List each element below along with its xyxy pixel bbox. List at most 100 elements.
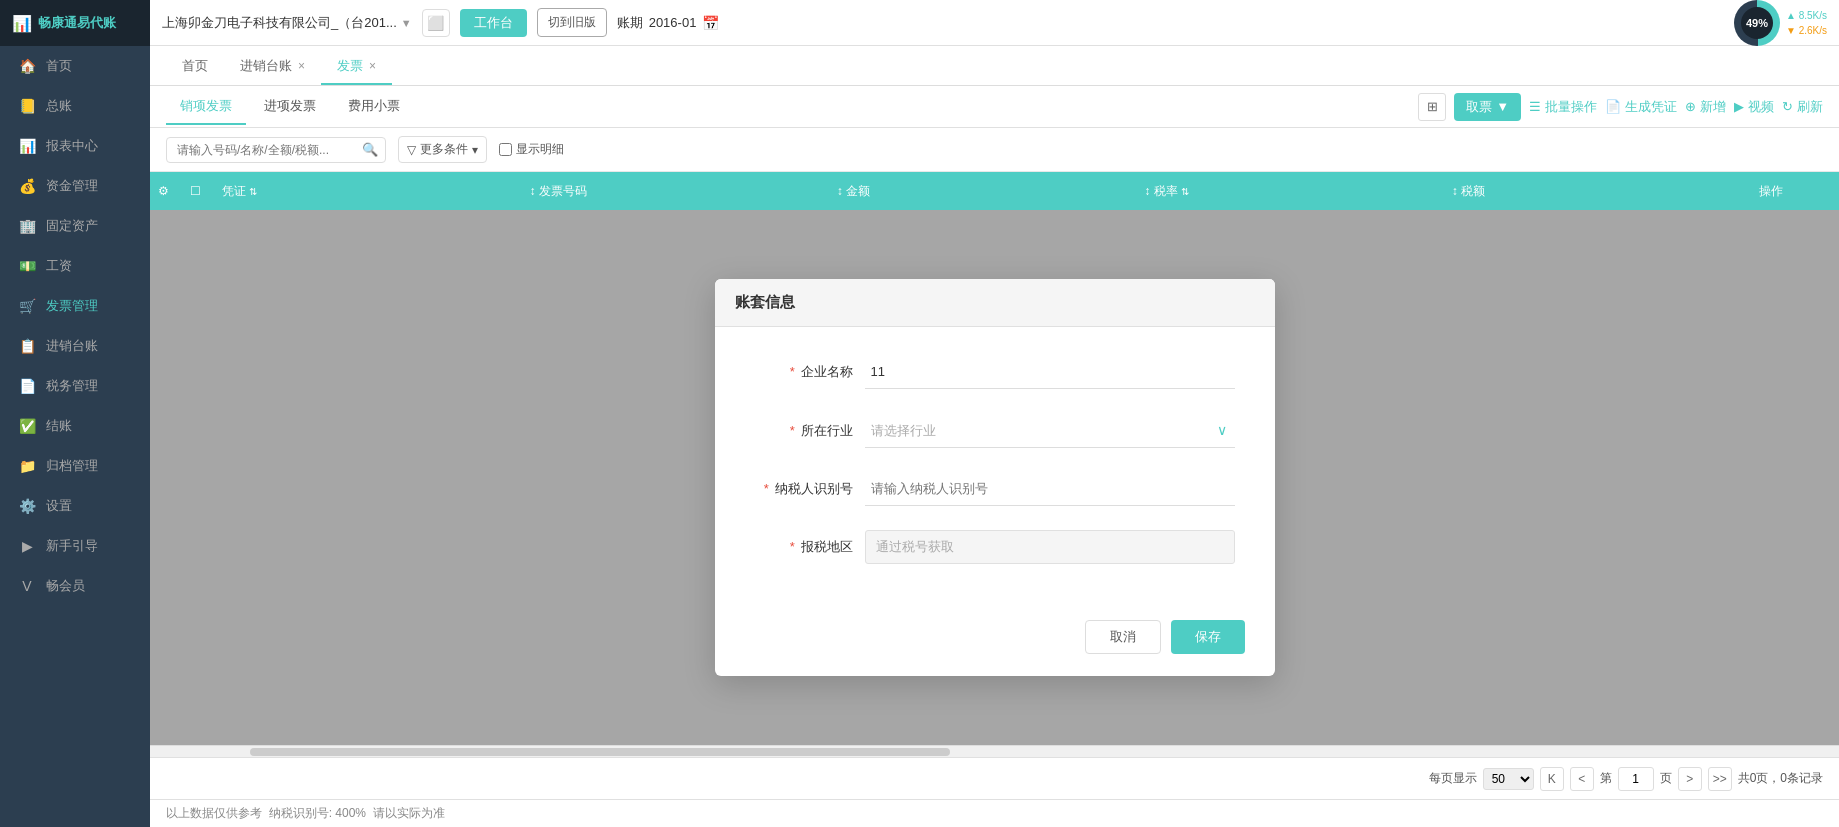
- sidebar-item-member[interactable]: V畅会员: [0, 566, 150, 606]
- page-number-input[interactable]: [1618, 767, 1654, 791]
- sidebar-item-settle[interactable]: ✅结账: [0, 406, 150, 446]
- tax-id-input[interactable]: [865, 472, 1235, 506]
- sub-tab-expense[interactable]: 费用小票: [334, 89, 414, 125]
- sidebar-item-funds[interactable]: 💰 资金管理: [0, 166, 150, 206]
- first-page-btn[interactable]: K: [1540, 767, 1564, 791]
- table-header-tax-rate: ↕ 税率 ⇅: [1136, 183, 1443, 200]
- logo-icon: 📊: [12, 14, 32, 33]
- ticket-dropdown-arrow: ▼: [1496, 99, 1509, 114]
- table-header-gear[interactable]: ⚙: [158, 184, 190, 198]
- company-name-input[interactable]: [865, 355, 1235, 389]
- tax-id-label: * 纳税人识别号: [755, 480, 865, 498]
- new-btn[interactable]: ⊕ 新增: [1685, 98, 1726, 116]
- gen-voucher-btn[interactable]: 📄 生成凭证: [1605, 98, 1677, 116]
- save-button[interactable]: 保存: [1171, 620, 1245, 654]
- scroll-thumb[interactable]: [250, 748, 950, 756]
- filter-dropdown-icon: ▾: [472, 143, 478, 157]
- video-btn[interactable]: ▶ 视频: [1734, 98, 1774, 116]
- grid-view-btn[interactable]: ⊞: [1418, 93, 1446, 121]
- table-header-invoice-no: ↕ 发票号码: [521, 183, 828, 200]
- archive-icon: 📁: [18, 458, 36, 474]
- purchase-icon: 📋: [18, 338, 36, 354]
- next-page-btn[interactable]: >: [1678, 767, 1702, 791]
- funds-icon: 💰: [18, 178, 36, 194]
- industry-select[interactable]: 请选择行业: [865, 413, 1235, 447]
- per-page-label: 每页显示: [1429, 770, 1477, 787]
- tax-icon: 📄: [18, 378, 36, 394]
- tab-invoice[interactable]: 发票 ×: [321, 49, 392, 85]
- industry-row: * 所在行业 请选择行业 ∨: [755, 413, 1235, 448]
- sidebar-item-assets[interactable]: 🏢固定资产: [0, 206, 150, 246]
- switch-old-button[interactable]: 切到旧版: [537, 8, 607, 37]
- calendar-icon[interactable]: 📅: [702, 15, 719, 31]
- sidebar-label-member: 畅会员: [46, 577, 85, 595]
- table-header-amount: ↕ 金额: [829, 183, 1136, 200]
- payroll-icon: 💵: [18, 258, 36, 274]
- modal-header: 账套信息: [715, 279, 1275, 327]
- tab-invoice-close[interactable]: ×: [369, 59, 376, 73]
- tab-purchase-close[interactable]: ×: [298, 59, 305, 73]
- period-value: 2016-01: [649, 15, 697, 30]
- sidebar-item-report[interactable]: 📊报表中心: [0, 126, 150, 166]
- period-label: 账期: [617, 14, 643, 32]
- sidebar-item-settings[interactable]: ⚙️设置: [0, 486, 150, 526]
- company-selector[interactable]: 上海卯金刀电子科技有限公司_（台201... ▼: [162, 14, 412, 32]
- new-icon: ⊕: [1685, 99, 1696, 114]
- sidebar-item-tax[interactable]: 📄 税务管理: [0, 366, 150, 406]
- sidebar-label-purchase: 进销台账: [46, 337, 98, 355]
- tab-purchase-label: 进销台账: [240, 57, 292, 75]
- invoice-icon: 🛒: [18, 298, 36, 314]
- sub-tab-purchase[interactable]: 进项发票: [250, 89, 330, 125]
- period-info: 账期 2016-01 📅: [617, 14, 720, 32]
- horizontal-scrollbar[interactable]: [150, 745, 1839, 757]
- sidebar-item-invoice[interactable]: 🛒发票管理: [0, 286, 150, 326]
- refresh-btn[interactable]: ↻ 刷新: [1782, 98, 1823, 116]
- tax-id-row: * 纳税人识别号: [755, 472, 1235, 506]
- search-input[interactable]: [166, 137, 386, 163]
- sidebar-item-ledger[interactable]: 📒总账: [0, 86, 150, 126]
- industry-label: * 所在行业: [755, 422, 865, 440]
- industry-select-wrap: 请选择行业 ∨: [865, 413, 1235, 448]
- sidebar-label-guide: 新手引导: [46, 537, 98, 555]
- prev-page-btn[interactable]: <: [1570, 767, 1594, 791]
- tab-home[interactable]: 首页: [166, 49, 224, 85]
- toolbar: ⊞ 取票 ▼ ☰ 批量操作 📄 生成凭证 ⊕ 新增 ▶ 视频 ↻: [1418, 93, 1823, 121]
- batch-op-btn[interactable]: ☰ 批量操作: [1529, 98, 1597, 116]
- filter-icon: ▽: [407, 143, 416, 157]
- sidebar-label-tax: 税务管理: [46, 377, 98, 395]
- sidebar-label-ledger: 总账: [46, 97, 72, 115]
- cancel-button[interactable]: 取消: [1085, 620, 1161, 654]
- more-filter-btn[interactable]: ▽ 更多条件 ▾: [398, 136, 487, 163]
- sidebar-item-guide[interactable]: ▶新手引导: [0, 526, 150, 566]
- sub-tab-sales[interactable]: 销项发票: [166, 89, 246, 125]
- sidebar-label-archive: 归档管理: [46, 457, 98, 475]
- pagination-bar: 每页显示 50 100 K < 第 页 > >> 共0页，0条记录: [150, 757, 1839, 799]
- table-header: ⚙ ☐ 凭证 ⇅ ↕ 发票号码 ↕ 金额 ↕ 税率 ⇅ ↕ 税额 操作: [150, 172, 1839, 210]
- video-icon: ▶: [1734, 99, 1744, 114]
- speed-up: ▲ 8.5K/s: [1786, 8, 1827, 23]
- network-indicator: 49% ▲ 8.5K/s ▼ 2.6K/s: [1734, 0, 1827, 46]
- pagination: 每页显示 50 100 K < 第 页 > >> 共0页，0条记录: [1429, 767, 1823, 791]
- tab-home-label: 首页: [182, 57, 208, 75]
- modal-dialog: 账套信息 * 企业名称 * 所在行: [715, 279, 1275, 676]
- sidebar-item-archive[interactable]: 📁 归档管理: [0, 446, 150, 486]
- table-header-checkbox[interactable]: ☐: [190, 184, 214, 198]
- company-dropdown-arrow: ▼: [401, 17, 412, 29]
- sidebar-item-purchase[interactable]: 📋 进销台账: [0, 326, 150, 366]
- sidebar-label-home: 首页: [46, 57, 72, 75]
- show-detail-label[interactable]: 显示明细: [499, 141, 564, 158]
- sidebar-label-funds: 资金管理: [46, 177, 98, 195]
- topbar-right: 49% ▲ 8.5K/s ▼ 2.6K/s: [1734, 0, 1827, 46]
- sidebar-item-payroll[interactable]: 💵工资: [0, 246, 150, 286]
- sub-tab-sales-label: 销项发票: [180, 98, 232, 113]
- company-name-label: * 企业名称: [755, 363, 865, 381]
- ticket-button[interactable]: 取票 ▼: [1454, 93, 1521, 121]
- workbench-button[interactable]: 工作台: [460, 9, 527, 37]
- sidebar-item-home[interactable]: 🏠首页: [0, 46, 150, 86]
- tax-region-display: 通过税号获取: [865, 530, 1235, 564]
- per-page-select[interactable]: 50 100: [1483, 768, 1534, 790]
- tab-purchase[interactable]: 进销台账 ×: [224, 49, 321, 85]
- show-detail-checkbox[interactable]: [499, 143, 512, 156]
- copy-icon-btn[interactable]: ⬜: [422, 9, 450, 37]
- last-page-btn[interactable]: >>: [1708, 767, 1732, 791]
